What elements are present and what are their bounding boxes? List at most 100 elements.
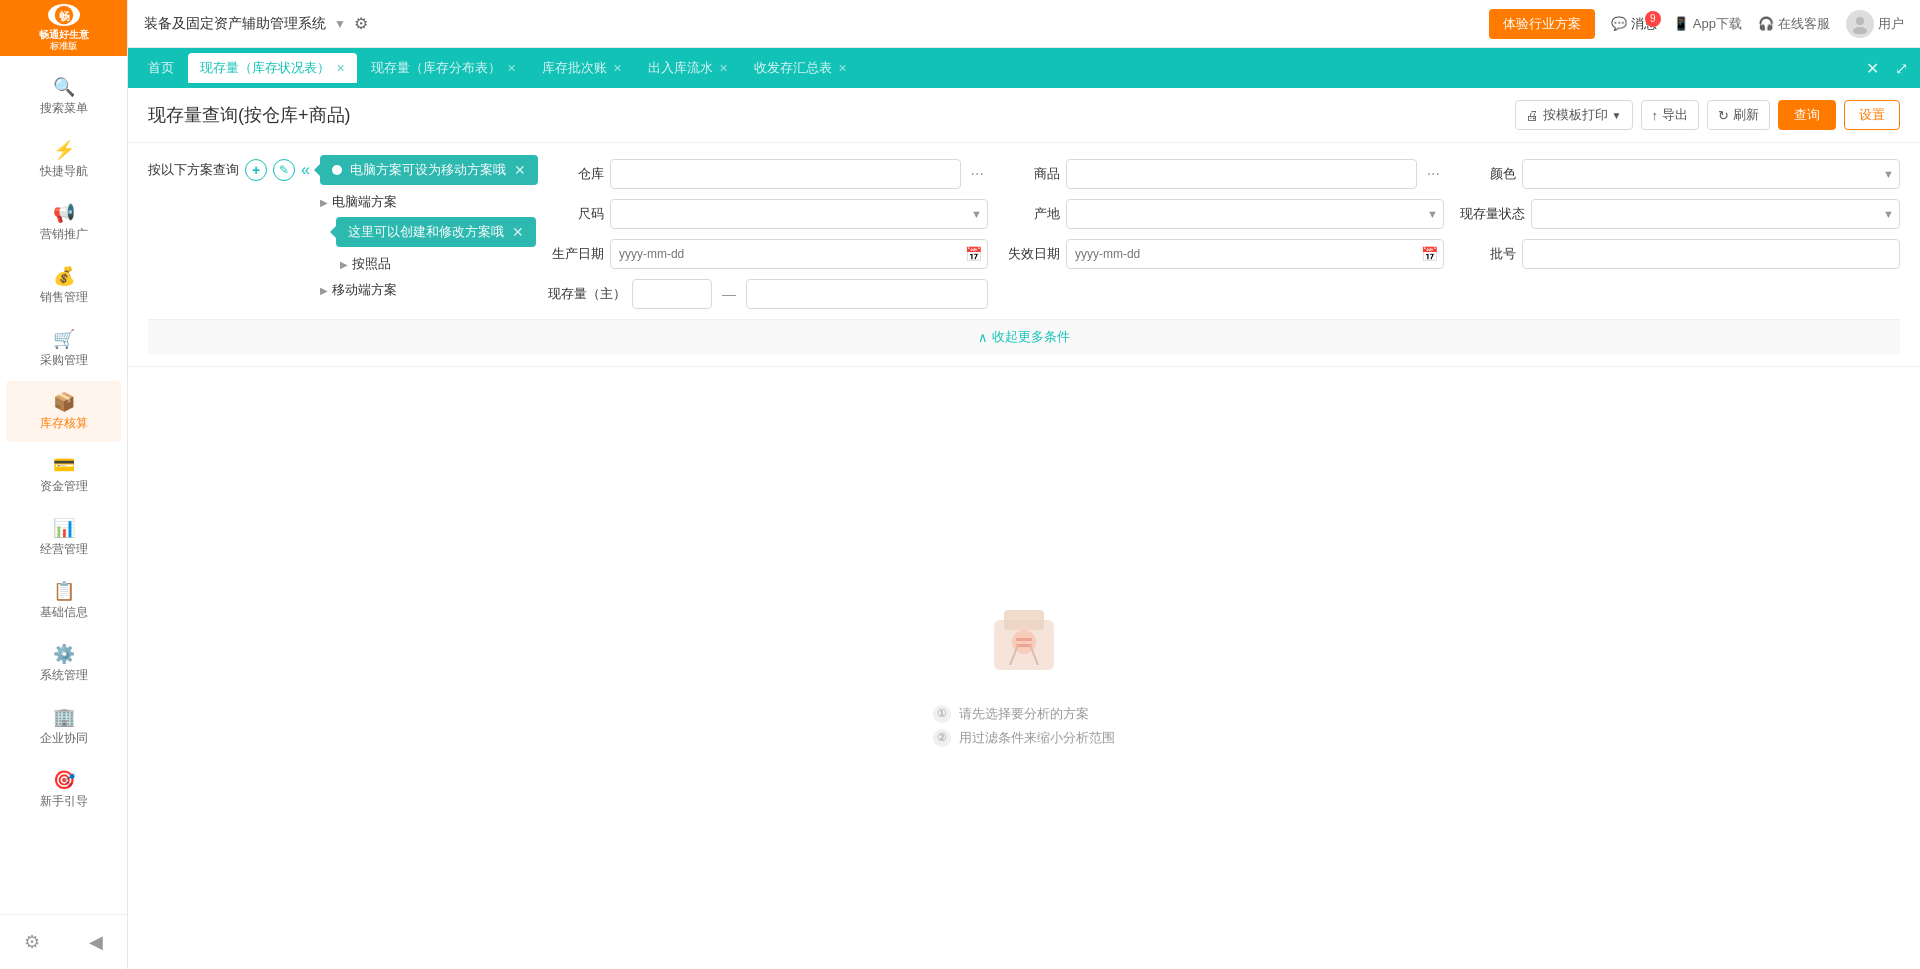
operations-icon: 📊	[53, 517, 75, 539]
empty-illustration	[974, 590, 1074, 693]
tab-batch-ledger[interactable]: 库存批次账 ✕	[530, 53, 634, 83]
finance-icon: 💳	[53, 454, 75, 476]
settings-gear-icon[interactable]: ⚙	[354, 14, 368, 33]
stock-status-field: 现存量状态 ▼	[1460, 199, 1900, 229]
stock-status-select[interactable]	[1531, 199, 1900, 229]
tab-close-inout-flow[interactable]: ✕	[719, 62, 728, 75]
industry-btn[interactable]: 体验行业方案	[1489, 9, 1595, 39]
export-btn[interactable]: ↑ 导出	[1641, 100, 1700, 130]
sidebar-item-quicknav[interactable]: ⚡ 快捷导航	[6, 129, 121, 190]
pc-tooltip-close-btn[interactable]: ✕	[514, 162, 526, 178]
color-label: 颜色	[1460, 165, 1516, 183]
svg-point-3	[1853, 27, 1867, 34]
batch-field: 批号	[1460, 239, 1900, 269]
export-icon: ↑	[1652, 108, 1659, 123]
settings-footer-btn[interactable]: ⚙	[16, 927, 48, 957]
empty-state: ① 请先选择要分析的方案 ② 用过滤条件来缩小分析范围	[128, 367, 1920, 969]
collapse-more-row[interactable]: ∧ 收起更多条件	[148, 319, 1900, 354]
create-tooltip-close-btn[interactable]: ✕	[512, 224, 524, 240]
tab-inventory-dist[interactable]: 现存量（库存分布表） ✕	[359, 53, 528, 83]
range-dash: —	[718, 286, 740, 302]
tab-inventory-status[interactable]: 现存量（库存状况表） ✕	[188, 53, 357, 83]
print-arrow-icon: ▼	[1612, 110, 1622, 121]
sidebar-footer: ⚙ ◀	[0, 914, 127, 969]
warehouse-field: 仓库 ···	[548, 159, 988, 189]
enterprise-icon: 🏢	[53, 706, 75, 728]
sidebar-item-search[interactable]: 🔍 搜索菜单	[6, 66, 121, 127]
online-support-label: 在线客服	[1778, 15, 1830, 33]
sidebar-item-sales[interactable]: 💰 销售管理	[6, 255, 121, 316]
size-select[interactable]	[610, 199, 988, 229]
print-icon: 🖨	[1526, 108, 1539, 123]
edit-scheme-btn[interactable]: ✎	[273, 159, 295, 181]
tab-recv-summary[interactable]: 收发存汇总表 ✕	[742, 53, 859, 83]
tabbar-right: ✕ ⤢	[1862, 55, 1912, 82]
sidebar-item-finance[interactable]: 💳 资金管理	[6, 444, 121, 505]
user-label: 用户	[1878, 15, 1904, 33]
system-title: 装备及固定资产辅助管理系统	[144, 15, 326, 33]
sidebar-item-purchase[interactable]: 🛒 采购管理	[6, 318, 121, 379]
online-support-btn[interactable]: 🎧 在线客服	[1758, 15, 1830, 33]
batch-input[interactable]	[1522, 239, 1900, 269]
tip-num-2: ②	[933, 729, 951, 747]
sales-icon: 💰	[53, 265, 75, 287]
origin-label: 产地	[1004, 205, 1060, 223]
set-btn[interactable]: 设置	[1844, 100, 1900, 130]
query-btn[interactable]: 查询	[1778, 100, 1836, 130]
tabbar: 首页 现存量（库存状况表） ✕ 现存量（库存分布表） ✕ 库存批次账 ✕ 出入库…	[128, 48, 1920, 88]
user-btn[interactable]: 用户	[1846, 10, 1904, 38]
warehouse-more-btn[interactable]: ···	[967, 165, 988, 183]
sidebar-item-inventory[interactable]: 📦 库存核算	[6, 381, 121, 442]
add-scheme-btn[interactable]: +	[245, 159, 267, 181]
size-label: 尺码	[548, 205, 604, 223]
pc-scheme-subitem[interactable]: ▶ 按照品	[340, 253, 538, 275]
app-download-btn[interactable]: 📱 App下载	[1673, 15, 1742, 33]
inventory-icon: 📦	[53, 391, 75, 413]
warehouse-label: 仓库	[548, 165, 604, 183]
header-left: 装备及固定资产辅助管理系统 ▼ ⚙	[144, 14, 368, 33]
exp-date-start-input[interactable]	[1066, 239, 1444, 269]
sidebar-item-system[interactable]: ⚙️ 系统管理	[6, 633, 121, 694]
sidebar-item-basic[interactable]: 📋 基础信息	[6, 570, 121, 631]
header-arrow-icon: ▼	[334, 17, 346, 31]
tab-close-all-btn[interactable]: ✕	[1862, 55, 1883, 82]
refresh-btn[interactable]: ↻ 刷新	[1707, 100, 1770, 130]
collapse-more-btn[interactable]: ∧ 收起更多条件	[978, 328, 1070, 346]
system-icon: ⚙️	[53, 643, 75, 665]
tab-close-inventory-status[interactable]: ✕	[336, 62, 345, 75]
phone-icon: 📱	[1673, 16, 1689, 31]
collapse-sidebar-btn[interactable]: ◀	[81, 927, 111, 957]
tab-close-inventory-dist[interactable]: ✕	[507, 62, 516, 75]
print-btn[interactable]: 🖨 按模板打印 ▼	[1515, 100, 1633, 130]
notifications-btn[interactable]: 💬 消息 9	[1611, 15, 1657, 33]
mfg-date-start-input[interactable]	[610, 239, 988, 269]
sidebar-item-operations[interactable]: 📊 经营管理	[6, 507, 121, 568]
headset-icon: 🎧	[1758, 16, 1774, 31]
origin-select[interactable]	[1066, 199, 1444, 229]
flash-icon: ⚡	[53, 139, 75, 161]
stock-main-label: 现存量（主）	[548, 285, 626, 303]
mobile-scheme-item[interactable]: ▶ 移动端方案	[320, 275, 538, 301]
exp-date-label: 失效日期	[1004, 245, 1060, 263]
top-header: 装备及固定资产辅助管理系统 ▼ ⚙ 体验行业方案 💬 消息 9 📱 App下载 …	[128, 0, 1920, 48]
stock-main-end-input[interactable]	[746, 279, 988, 309]
pc-scheme-arrow-icon: ▶	[320, 197, 328, 208]
sidebar-item-guide[interactable]: 🎯 新手引导	[6, 759, 121, 820]
tab-close-batch-ledger[interactable]: ✕	[613, 62, 622, 75]
tab-home[interactable]: 首页	[136, 53, 186, 83]
back-btn[interactable]: «	[301, 161, 310, 179]
sidebar-item-enterprise[interactable]: 🏢 企业协同	[6, 696, 121, 757]
empty-tip-1: ① 请先选择要分析的方案	[933, 705, 1115, 723]
svg-rect-7	[1016, 638, 1032, 641]
product-more-btn[interactable]: ···	[1423, 165, 1444, 183]
tab-fullscreen-btn[interactable]: ⤢	[1891, 55, 1912, 82]
stock-main-start-input[interactable]	[632, 279, 712, 309]
tab-close-recv-summary[interactable]: ✕	[838, 62, 847, 75]
refresh-icon: ↻	[1718, 108, 1729, 123]
color-select[interactable]	[1522, 159, 1900, 189]
empty-svg	[974, 590, 1074, 690]
tab-inout-flow[interactable]: 出入库流水 ✕	[636, 53, 740, 83]
pc-scheme-item[interactable]: ▶ 电脑端方案	[320, 191, 538, 217]
sidebar-item-marketing[interactable]: 📢 营销推广	[6, 192, 121, 253]
purchase-icon: 🛒	[53, 328, 75, 350]
